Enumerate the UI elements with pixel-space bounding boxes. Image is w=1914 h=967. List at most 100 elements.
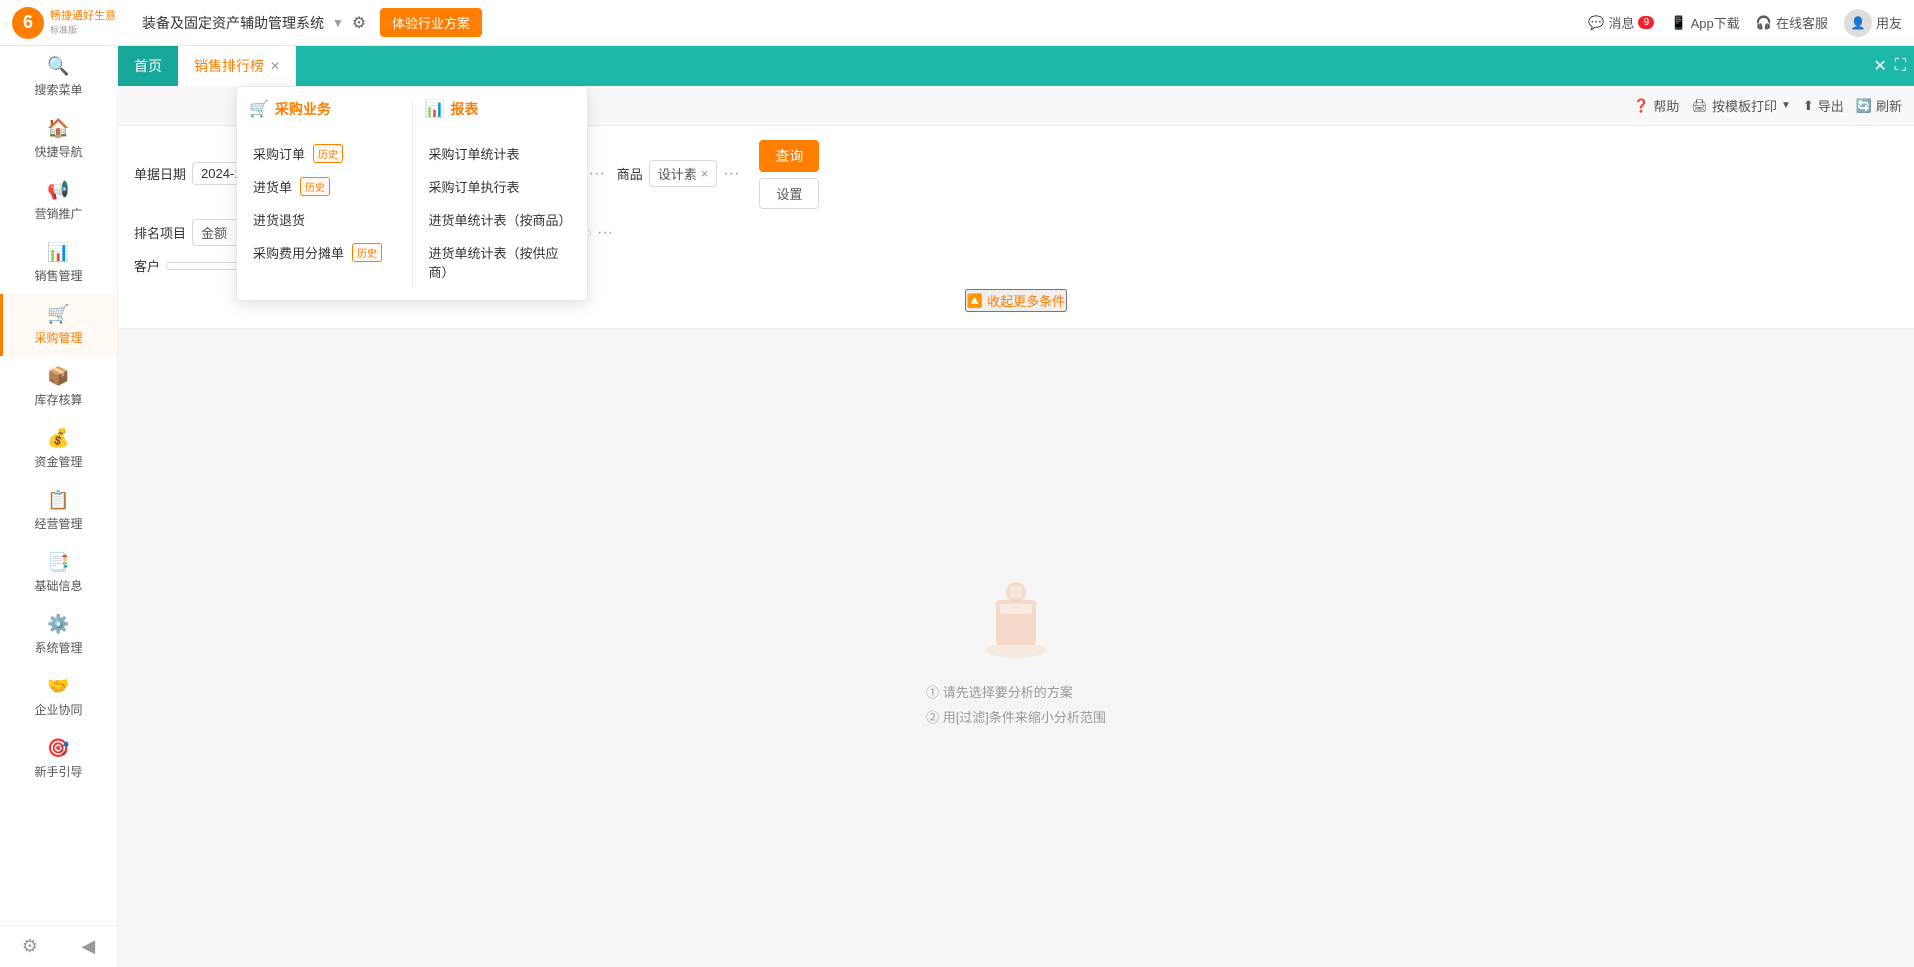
sidebar-item-marketing[interactable]: 📢 营销推广	[0, 170, 117, 232]
main-layout: 🔍 搜索菜单 🏠 快捷导航 📢 营销推广 📊 销售管理 🛒 采购管理 📦 库存核…	[0, 46, 1914, 967]
tabs-bar: 首页 销售排行榜 ✕ ✕ ⛶	[118, 46, 1914, 86]
system-dropdown-arrow[interactable]: ▼	[332, 16, 344, 30]
menu-item-purchase-return[interactable]: 进货退货	[249, 203, 400, 236]
sidebar-item-inventory[interactable]: 📦 库存核算	[0, 356, 117, 418]
sidebar-item-quicknav[interactable]: 🏠 快捷导航	[0, 108, 117, 170]
tab-restore-btn[interactable]: ⛶	[1895, 57, 1906, 75]
print-btn[interactable]: 🖨 按模板打印 ▼	[1691, 96, 1790, 115]
message-btn[interactable]: 💬 消息 9	[1588, 13, 1654, 32]
sidebar-item-sales[interactable]: 📊 销售管理	[0, 232, 117, 294]
goods-more-btn[interactable]: ···	[723, 165, 739, 183]
tab-sales-rank[interactable]: 销售排行榜 ✕	[178, 46, 296, 86]
home-icon: 🏠	[47, 118, 69, 139]
sidebar-item-basic[interactable]: 📑 基础信息	[0, 542, 117, 604]
goods-filter: 商品 设计素 × ···	[617, 160, 740, 187]
help-btn[interactable]: ❓ 帮助	[1633, 96, 1679, 115]
collapse-icon: 🔼	[967, 293, 983, 309]
salesman-more-btn[interactable]: ···	[597, 224, 613, 242]
enterprise-icon: 🤝	[47, 676, 69, 697]
marketing-icon: 📢	[47, 180, 69, 201]
basic-icon: 📑	[47, 552, 69, 573]
headset-icon: 🎧	[1756, 15, 1772, 31]
header-system: 装备及固定资产辅助管理系统 ▼ ⚙ 体验行业方案	[130, 8, 1588, 37]
query-btn[interactable]: 查询	[759, 140, 819, 172]
history-tag-inbound: 历史	[300, 177, 330, 196]
print-dropdown-arrow[interactable]: ▼	[1781, 100, 1791, 111]
rank-label: 排名项目	[134, 223, 186, 242]
sidebar-collapse-btn[interactable]: ◀	[81, 936, 95, 957]
header-right: 💬 消息 9 📱 App下载 🎧 在线客服 👤 用友	[1588, 9, 1902, 37]
sidebar: 🔍 搜索菜单 🏠 快捷导航 📢 营销推广 📊 销售管理 🛒 采购管理 📦 库存核…	[0, 46, 118, 967]
menu-section-reports-title: 📊 报表	[425, 99, 576, 127]
export-icon: ⬆	[1803, 98, 1814, 114]
sidebar-item-finance[interactable]: 💰 资金管理	[0, 418, 117, 480]
customer-label: 客户	[134, 256, 160, 275]
search-icon: 🔍	[47, 56, 69, 77]
goods-label: 商品	[617, 164, 643, 183]
empty-hint-1: ① 请先选择要分析的方案	[926, 682, 1106, 701]
system-icon: ⚙️	[47, 614, 69, 635]
sidebar-item-enterprise[interactable]: 🤝 企业协同	[0, 666, 117, 728]
settings-gear-icon[interactable]: ⚙	[352, 13, 372, 33]
phone-icon: 📱	[1670, 15, 1686, 31]
refresh-icon: 🔄	[1856, 98, 1872, 114]
sales-icon: 📊	[47, 242, 69, 263]
menu-item-inbound-stat-supplier[interactable]: 进货单统计表（按供应商）	[425, 236, 576, 288]
export-btn[interactable]: ⬆ 导出	[1803, 96, 1844, 115]
menu-item-purchase-inbound[interactable]: 进货单 历史	[249, 170, 400, 203]
sidebar-item-operation[interactable]: 📋 经营管理	[0, 480, 117, 542]
edition-label: 标准版	[50, 23, 116, 36]
empty-illustration	[966, 570, 1066, 670]
help-icon: ❓	[1633, 98, 1649, 114]
menu-item-purchase-order[interactable]: 采购订单 历史	[249, 137, 400, 170]
sidebar-item-purchase[interactable]: 🛒 采购管理	[0, 294, 117, 356]
logo-area: 6 畅捷通好生意 标准版	[12, 7, 130, 39]
history-tag-fee: 历史	[352, 243, 382, 262]
industry-btn[interactable]: 体验行业方案	[380, 8, 482, 37]
purchase-dropdown-menu: 🛒 采购业务 采购订单 历史 进货单 历史 进货退货 采购费用分摊单 历史	[236, 86, 588, 301]
newbie-icon: 🎯	[47, 738, 69, 759]
goods-tag[interactable]: 设计素 ×	[649, 160, 718, 187]
message-icon: 💬	[1588, 15, 1604, 31]
reports-menu-icon: 📊	[425, 99, 445, 119]
logo-text-block: 畅捷通好生意 标准版	[50, 9, 116, 36]
empty-area: ① 请先选择要分析的方案 ② 用[过滤]条件来缩小分析范围	[118, 329, 1914, 967]
app-download-btn[interactable]: 📱 App下载	[1670, 13, 1739, 32]
print-icon: 🖨	[1691, 98, 1708, 114]
avatar: 👤	[1844, 9, 1872, 37]
status-more-btn[interactable]: ···	[589, 165, 605, 183]
goods-tag-close[interactable]: ×	[701, 166, 709, 181]
brand-name: 畅捷通好生意	[50, 9, 116, 23]
content-area: 首页 销售排行榜 ✕ ✕ ⛶ ❓ 帮助 🖨 按模板打印 ▼ ⬆	[118, 46, 1914, 967]
empty-hint-2: ② 用[过滤]条件来缩小分析范围	[926, 707, 1106, 726]
tab-home[interactable]: 首页	[118, 46, 178, 86]
sidebar-item-newbie[interactable]: 🎯 新手引导	[0, 728, 117, 790]
collapse-btn[interactable]: 🔼 收起更多条件	[965, 289, 1067, 312]
action-buttons: 查询 设置	[759, 138, 819, 209]
online-service-btn[interactable]: 🎧 在线客服	[1756, 13, 1828, 32]
menu-item-purchase-order-exec[interactable]: 采购订单执行表	[425, 170, 576, 203]
user-area[interactable]: 👤 用友	[1844, 9, 1902, 37]
tab-close-btn[interactable]: ✕	[270, 59, 280, 73]
sidebar-item-search[interactable]: 🔍 搜索菜单	[0, 46, 117, 108]
system-title: 装备及固定资产辅助管理系统	[142, 13, 324, 33]
purchase-icon: 🛒	[47, 304, 69, 325]
menu-item-inbound-stat-goods[interactable]: 进货单统计表（按商品）	[425, 203, 576, 236]
finance-icon: 💰	[47, 428, 69, 449]
history-tag-purchase-order: 历史	[313, 144, 343, 163]
menu-item-purchase-fee[interactable]: 采购费用分摊单 历史	[249, 236, 400, 269]
date-label: 单据日期	[134, 164, 186, 183]
inventory-icon: 📦	[47, 366, 69, 387]
settings-btn[interactable]: 设置	[759, 178, 819, 209]
refresh-btn[interactable]: 🔄 刷新	[1856, 96, 1902, 115]
tab-close-window-btn[interactable]: ✕	[1873, 56, 1886, 76]
purchase-menu-icon: 🛒	[249, 99, 269, 119]
menu-item-purchase-order-stat[interactable]: 采购订单统计表	[425, 137, 576, 170]
menu-section-reports: 📊 报表 采购订单统计表 采购订单执行表 进货单统计表（按商品） 进货单统计表（…	[412, 99, 588, 288]
message-badge: 9	[1638, 16, 1654, 29]
top-header: 6 畅捷通好生意 标准版 装备及固定资产辅助管理系统 ▼ ⚙ 体验行业方案 💬 …	[0, 0, 1914, 46]
sidebar-item-system[interactable]: ⚙️ 系统管理	[0, 604, 117, 666]
sidebar-settings-btn[interactable]: ⚙	[22, 936, 38, 957]
tabs-bar-right: ✕ ⛶	[1873, 56, 1914, 76]
sidebar-bottom: ⚙ ◀	[0, 925, 117, 967]
